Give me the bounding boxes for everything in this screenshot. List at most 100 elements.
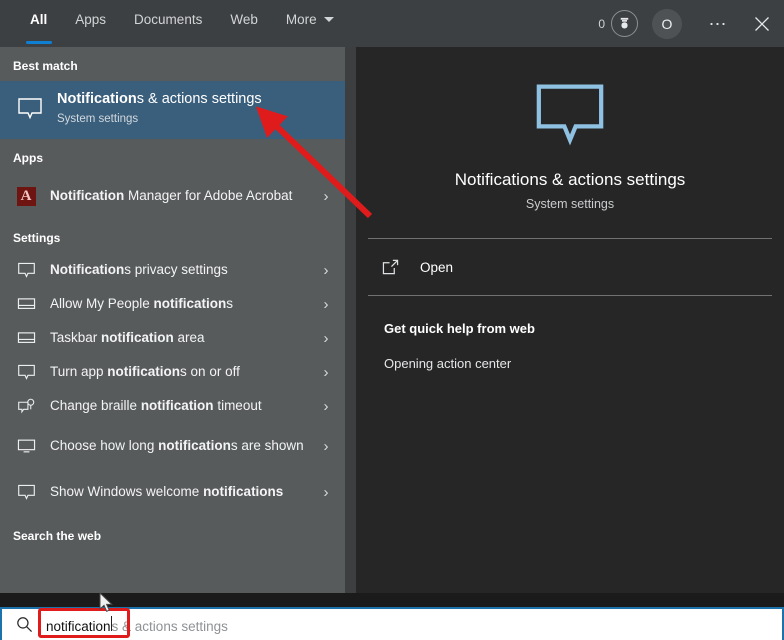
- web-help-heading: Get quick help from web: [384, 321, 535, 336]
- mouse-cursor: [99, 592, 114, 612]
- search-query: notification s & actions settings: [46, 615, 228, 634]
- chevron-down-icon: [323, 16, 334, 22]
- avatar-initial: O: [661, 15, 673, 32]
- result-text: Allow My People notifications: [50, 295, 317, 313]
- search-suggestion: s & actions settings: [111, 618, 228, 634]
- braille-display-icon: [13, 393, 39, 419]
- chevron-right-icon[interactable]: ›: [317, 330, 335, 347]
- preview-title: Notifications & actions settings: [454, 169, 686, 189]
- result-setting-taskbar-area[interactable]: Taskbar notification area ›: [0, 321, 345, 355]
- setting-pre: Change braille: [50, 398, 141, 413]
- tab-list: All Apps Documents Web More: [0, 0, 348, 44]
- setting-bold: notification: [158, 438, 231, 453]
- chevron-right-icon[interactable]: ›: [317, 398, 335, 415]
- search-tab-bar: All Apps Documents Web More 0 O ⋯: [0, 0, 784, 47]
- open-label: Open: [420, 259, 454, 275]
- close-icon: [755, 16, 769, 31]
- preview-hero: Notifications & actions settings System …: [356, 47, 784, 238]
- taskbar-area-icon: [13, 325, 39, 351]
- search-flyout: All Apps Documents Web More 0 O ⋯ Best m…: [0, 0, 784, 640]
- chevron-right-icon[interactable]: ›: [317, 484, 335, 501]
- chevron-right-icon[interactable]: ›: [317, 364, 335, 381]
- chevron-right-icon[interactable]: ›: [317, 296, 335, 313]
- close-button[interactable]: [740, 0, 784, 47]
- result-setting-braille-timeout[interactable]: Change braille notification timeout ›: [0, 389, 345, 423]
- chevron-right-icon[interactable]: ›: [317, 188, 335, 205]
- setting-pre: Allow My People: [50, 296, 154, 311]
- setting-pre: Show Windows welcome: [50, 484, 204, 499]
- result-text: Show Windows welcome notifications: [50, 483, 317, 501]
- setting-post: area: [173, 330, 205, 345]
- active-tab-underline: [25, 41, 52, 44]
- setting-bold: notification: [101, 330, 174, 345]
- result-setting-my-people[interactable]: Allow My People notifications ›: [0, 287, 345, 321]
- setting-bold: notification: [107, 364, 181, 379]
- best-match-title-rest: s & actions settings: [136, 91, 262, 107]
- notification-bubble-icon: [13, 257, 39, 283]
- setting-bold: Notification: [50, 262, 125, 277]
- setting-post: s privacy settings: [124, 262, 228, 277]
- search-box[interactable]: notification s & actions settings: [0, 607, 784, 640]
- rewards-indicator[interactable]: 0: [598, 10, 638, 37]
- taskbar-area-icon: [13, 291, 39, 317]
- tab-all[interactable]: All: [16, 0, 61, 44]
- text-caret: [110, 615, 112, 631]
- rewards-medal-icon: [611, 10, 638, 37]
- ellipsis-icon: ⋯: [708, 13, 728, 34]
- results-list: Best match Notifications & actions setti…: [0, 47, 345, 593]
- preview-subtitle: System settings: [525, 196, 615, 211]
- tab-more-label: More: [285, 11, 317, 27]
- open-external-icon: [382, 259, 404, 275]
- setting-pre: Turn app: [50, 364, 108, 379]
- notification-bubble-icon: [532, 81, 608, 154]
- tab-web-label: Web: [230, 11, 258, 27]
- tab-all-label: All: [30, 11, 48, 27]
- search-icon: [2, 616, 46, 633]
- result-text: Notifications & actions settings System …: [57, 90, 335, 128]
- result-text: Notifications privacy settings: [50, 261, 317, 279]
- best-match-subtitle: System settings: [57, 113, 139, 125]
- search-input[interactable]: notification: [46, 619, 111, 634]
- result-text: Turn app notifications on or off: [50, 363, 317, 381]
- panel-divider: [345, 47, 356, 593]
- result-app-adobe[interactable]: A Notification Manager for Adobe Acrobat…: [0, 173, 345, 219]
- best-match-title: Notifications & actions settings: [57, 90, 335, 108]
- web-help-section: Get quick help from web Opening action c…: [356, 296, 784, 371]
- setting-pre: Taskbar: [50, 330, 102, 345]
- tab-web[interactable]: Web: [216, 0, 272, 38]
- notification-bubble-icon: [13, 94, 47, 124]
- monitor-icon: [13, 433, 39, 459]
- result-setting-notifications-privacy[interactable]: Notifications privacy settings ›: [0, 253, 345, 287]
- setting-post: s are shown: [230, 438, 304, 453]
- setting-bold: notification: [153, 296, 227, 311]
- more-options-button[interactable]: ⋯: [696, 0, 740, 47]
- apps-heading: Apps: [13, 151, 43, 165]
- chevron-right-icon[interactable]: ›: [317, 262, 335, 279]
- setting-post: s: [226, 296, 234, 311]
- tab-more[interactable]: More: [272, 0, 348, 38]
- result-setting-notification-duration[interactable]: Choose how long notifications are shown …: [0, 423, 345, 469]
- result-setting-welcome-notifications[interactable]: Show Windows welcome notifications ›: [0, 469, 345, 515]
- rewards-count: 0: [598, 16, 605, 31]
- result-best-match[interactable]: Notifications & actions settings System …: [0, 81, 345, 139]
- setting-post: s on or off: [180, 364, 240, 379]
- taskbar-strip: [0, 593, 784, 607]
- avatar[interactable]: O: [652, 8, 682, 39]
- chevron-right-icon[interactable]: ›: [317, 438, 335, 455]
- notification-bubble-icon: [13, 359, 39, 385]
- app-title-bold: Notification: [50, 188, 125, 203]
- tab-bar-actions: 0 O ⋯: [598, 0, 784, 47]
- open-button[interactable]: Open: [356, 239, 784, 295]
- search-web-heading: Search the web: [13, 529, 102, 543]
- settings-heading: Settings: [13, 231, 61, 245]
- web-help-link[interactable]: Opening action center: [384, 356, 784, 371]
- result-text: Change braille notification timeout: [50, 397, 317, 415]
- setting-bold: notifications: [203, 484, 284, 499]
- tab-documents[interactable]: Documents: [120, 0, 216, 38]
- setting-pre: Choose how long: [50, 438, 159, 453]
- result-text: Notification Manager for Adobe Acrobat: [50, 187, 317, 205]
- tab-apps[interactable]: Apps: [61, 0, 120, 38]
- result-setting-turn-app-notifications[interactable]: Turn app notifications on or off ›: [0, 355, 345, 389]
- best-match-title-bold: Notification: [57, 91, 137, 107]
- tab-documents-label: Documents: [134, 11, 203, 27]
